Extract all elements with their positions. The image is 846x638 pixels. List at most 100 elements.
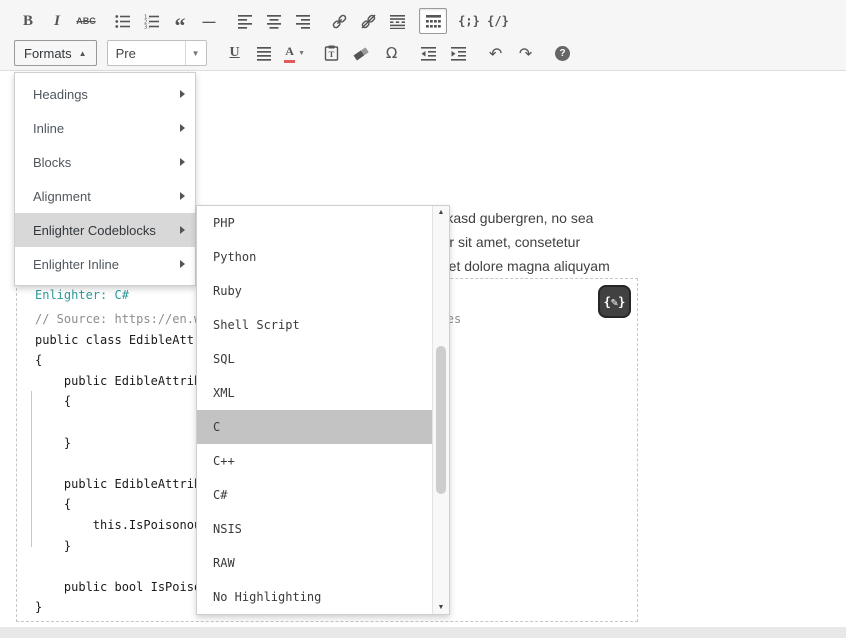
- toolbar-row-2: Formats ▲ Pre ▼ U A ▼ T Ω ↶ ↷ ?: [14, 40, 577, 66]
- submenu-arrow-icon: [180, 158, 185, 166]
- lang-item-nsis[interactable]: NSIS: [197, 512, 432, 546]
- enlighter-codeblock-insert-button[interactable]: {/}: [484, 8, 512, 34]
- toolbar-row-1: B I ABC 1. 2. 3. “ — {;} {/}: [14, 8, 512, 38]
- insert-link-button[interactable]: [325, 8, 353, 34]
- blockquote-button[interactable]: “: [166, 8, 194, 38]
- lang-item-php[interactable]: PHP: [197, 206, 432, 240]
- lang-item-cpp[interactable]: C++: [197, 444, 432, 478]
- help-button[interactable]: ?: [549, 40, 577, 66]
- undo-icon: ↶: [488, 43, 503, 63]
- menu-item-label: Headings: [33, 86, 88, 102]
- formats-dropdown-button[interactable]: Formats ▲: [14, 40, 97, 66]
- bold-button[interactable]: B: [14, 8, 42, 34]
- submenu-arrow-icon: [180, 90, 185, 98]
- strikethrough-icon: ABC: [76, 16, 96, 26]
- align-left-button[interactable]: [231, 8, 259, 34]
- remove-format-icon: [353, 46, 370, 61]
- bullet-list-button[interactable]: [108, 8, 136, 34]
- link-icon: [331, 13, 348, 30]
- paste-text-icon: T: [324, 45, 339, 61]
- outdent-icon: [421, 46, 437, 61]
- block-format-select[interactable]: Pre ▼: [106, 40, 207, 66]
- language-list: PHP Python Ruby Shell Script SQL XML C C++ C# NSI…: [197, 206, 432, 614]
- lang-item-csharp[interactable]: C#: [197, 478, 432, 512]
- scroll-up-arrow-icon[interactable]: ▲: [433, 209, 449, 216]
- caret-up-icon: ▲: [78, 48, 87, 58]
- lang-item-sql[interactable]: SQL: [197, 342, 432, 376]
- menu-item-headings[interactable]: Headings: [15, 77, 195, 111]
- language-submenu: PHP Python Ruby Shell Script SQL XML C C++ C# NSI…: [196, 205, 450, 615]
- align-right-icon: [295, 14, 311, 29]
- unlink-icon: [360, 13, 377, 30]
- list-ol-icon: 1. 2. 3.: [144, 14, 159, 29]
- remove-link-button[interactable]: [354, 8, 382, 34]
- align-right-button[interactable]: [289, 8, 317, 34]
- numbered-list-button[interactable]: 1. 2. 3.: [137, 8, 165, 34]
- increase-indent-button[interactable]: [445, 40, 473, 66]
- text-color-icon: A ▼: [284, 44, 305, 63]
- formats-menu: Headings Inline Blocks Alignment Enlight…: [14, 72, 196, 286]
- lang-item-python[interactable]: Python: [197, 240, 432, 274]
- redo-button[interactable]: ↷: [512, 40, 540, 66]
- more-tag-icon: [389, 14, 405, 29]
- menu-item-label: Alignment: [33, 188, 91, 204]
- lang-item-no-highlighting[interactable]: No Highlighting: [197, 580, 432, 614]
- menu-item-enlighter-inline[interactable]: Enlighter Inline: [15, 247, 195, 281]
- clear-formatting-button[interactable]: [348, 40, 376, 66]
- blockquote-icon: “: [174, 13, 186, 38]
- horizontal-rule-button[interactable]: —: [195, 8, 223, 34]
- charmap-icon: Ω: [385, 44, 398, 62]
- lang-item-raw[interactable]: RAW: [197, 546, 432, 580]
- toolbar-toggle-icon: [425, 14, 441, 29]
- redo-icon: ↷: [518, 43, 533, 63]
- enlighter-inline-insert-button[interactable]: {;}: [455, 8, 483, 34]
- paste-as-text-button[interactable]: T: [318, 40, 346, 66]
- menu-item-inline[interactable]: Inline: [15, 111, 195, 145]
- caret-down-icon: ▼: [184, 41, 206, 65]
- submenu-arrow-icon: [180, 226, 185, 234]
- menu-item-blocks[interactable]: Blocks: [15, 145, 195, 179]
- align-center-icon: [266, 14, 282, 29]
- hr-icon: —: [202, 13, 216, 29]
- menu-item-label: Enlighter Codeblocks: [33, 222, 156, 238]
- enlighter-edit-badge-icon[interactable]: {✎}: [598, 285, 631, 318]
- indent-icon: [451, 46, 467, 61]
- strikethrough-button[interactable]: ABC: [72, 8, 100, 34]
- undo-button[interactable]: ↶: [482, 40, 510, 66]
- enlighter-inline-icon: {;}: [458, 14, 480, 28]
- read-more-button[interactable]: [383, 8, 411, 34]
- bold-icon: B: [22, 12, 33, 29]
- lang-item-ruby[interactable]: Ruby: [197, 274, 432, 308]
- scrollbar-thumb[interactable]: [436, 346, 446, 494]
- page-background: [0, 627, 846, 638]
- text-color-button[interactable]: A ▼: [281, 40, 309, 66]
- justify-icon: [257, 46, 272, 61]
- underline-icon: U: [229, 45, 240, 60]
- decrease-indent-button[interactable]: [415, 40, 443, 66]
- special-character-button[interactable]: Ω: [378, 40, 406, 66]
- block-format-value: Pre: [115, 45, 136, 61]
- scroll-down-arrow-icon[interactable]: ▼: [433, 604, 449, 611]
- italic-button[interactable]: I: [43, 8, 71, 34]
- toolbar-row-2-buttons: U A ▼ T Ω ↶ ↷ ?: [221, 40, 577, 66]
- menu-item-label: Enlighter Inline: [33, 256, 119, 272]
- editor-toolbar: B I ABC 1. 2. 3. “ — {;} {/} Formats ▲ P…: [0, 0, 846, 71]
- toolbar-toggle-button[interactable]: [419, 8, 447, 34]
- menu-item-enlighter-codeblocks[interactable]: Enlighter Codeblocks: [15, 213, 195, 247]
- submenu-arrow-icon: [180, 260, 185, 268]
- justify-button[interactable]: [251, 40, 279, 66]
- enlighter-code-icon: {/}: [487, 14, 509, 28]
- lang-item-shell-script[interactable]: Shell Script: [197, 308, 432, 342]
- align-left-icon: [237, 14, 253, 29]
- help-icon: ?: [555, 45, 571, 61]
- underline-button[interactable]: U: [221, 40, 249, 66]
- menu-item-label: Inline: [33, 120, 65, 136]
- submenu-scrollbar[interactable]: ▲ ▼: [432, 206, 449, 614]
- italic-icon: I: [54, 12, 60, 29]
- lang-item-c[interactable]: C: [197, 410, 432, 444]
- formats-label: Formats: [24, 45, 72, 61]
- lang-item-xml[interactable]: XML: [197, 376, 432, 410]
- menu-item-alignment[interactable]: Alignment: [15, 179, 195, 213]
- align-center-button[interactable]: [260, 8, 288, 34]
- submenu-arrow-icon: [180, 124, 185, 132]
